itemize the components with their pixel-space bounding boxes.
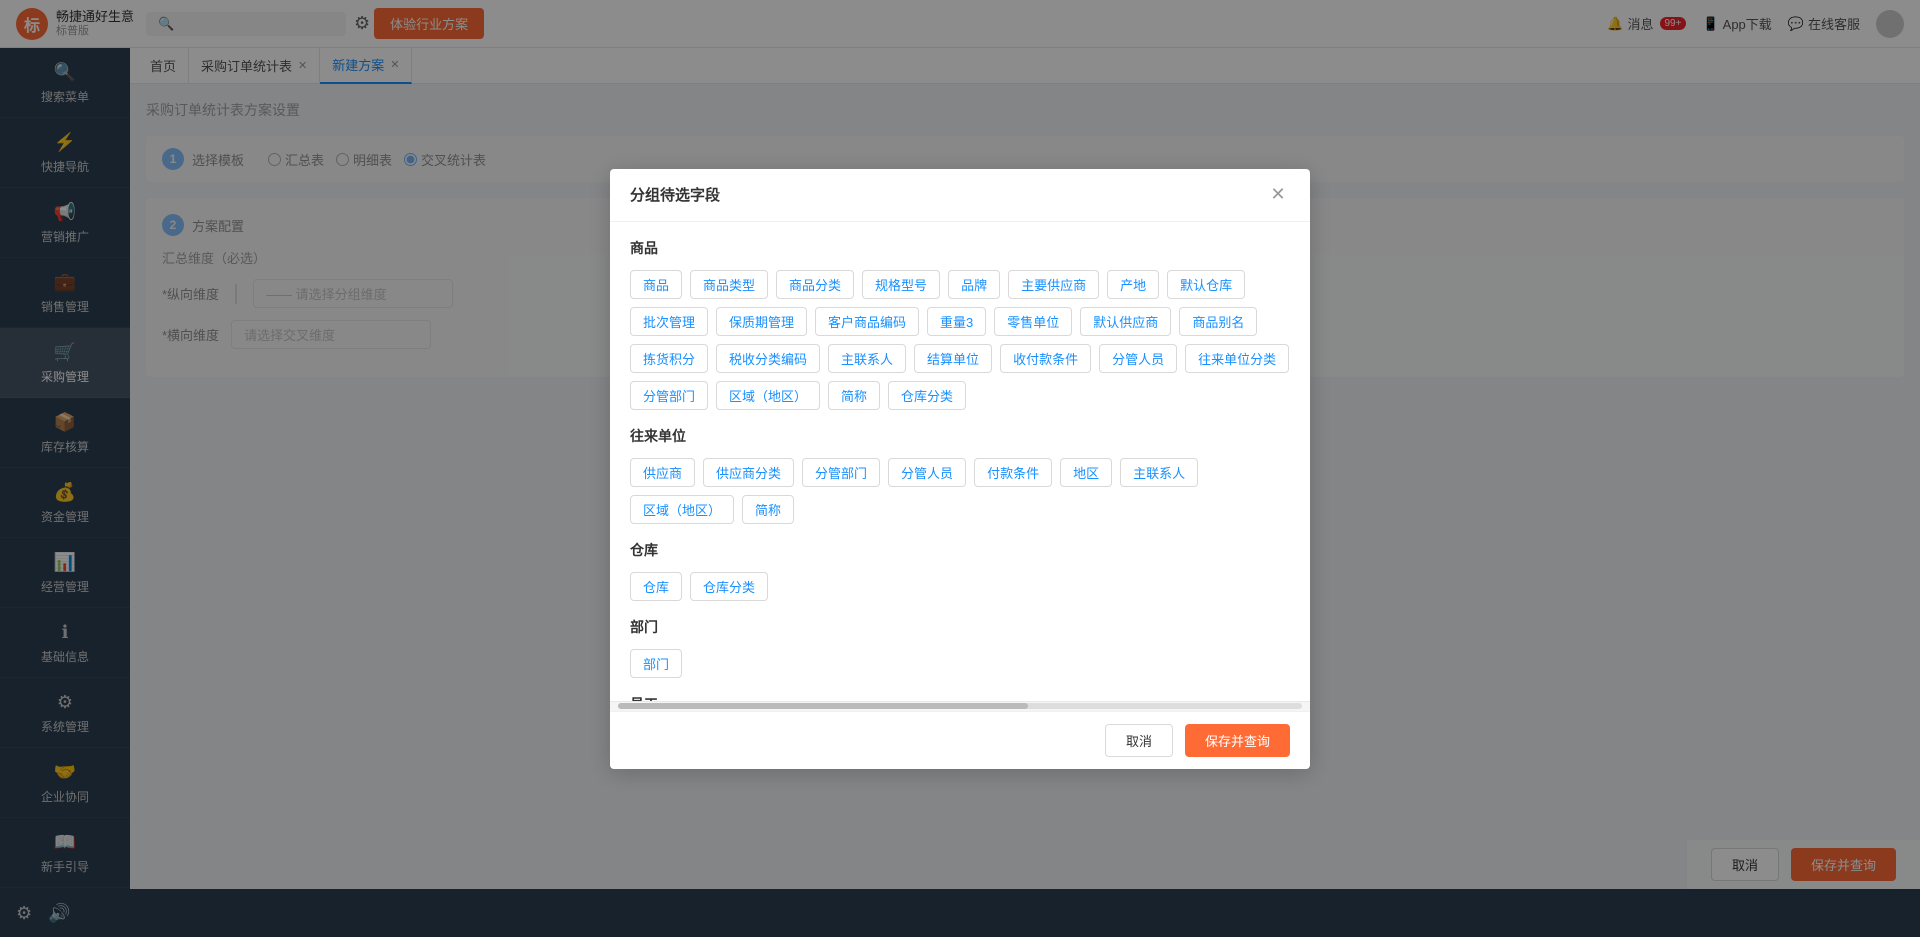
section-title-仓库: 仓库	[630, 540, 1290, 560]
field-tag-批次管理[interactable]: 批次管理	[630, 307, 708, 336]
modal-footer: 取消 保存并查询	[610, 711, 1310, 769]
field-tag-简称[interactable]: 简称	[828, 381, 880, 410]
field-tag-往来单位分类[interactable]: 往来单位分类	[1185, 344, 1289, 373]
field-tag-付款条件[interactable]: 付款条件	[974, 458, 1052, 487]
field-tag-仓库[interactable]: 仓库	[630, 572, 682, 601]
horizontal-scrollbar[interactable]	[618, 703, 1302, 709]
field-tag-区域（地区）[interactable]: 区域（地区）	[630, 495, 734, 524]
field-tag-产地[interactable]: 产地	[1107, 270, 1159, 299]
section-title-部门: 部门	[630, 617, 1290, 637]
field-tag-拣货积分[interactable]: 拣货积分	[630, 344, 708, 373]
field-tag-区域（地区）[interactable]: 区域（地区）	[716, 381, 820, 410]
field-tag-供应商[interactable]: 供应商	[630, 458, 695, 487]
field-tag-保质期管理[interactable]: 保质期管理	[716, 307, 807, 336]
field-tag-商品类型[interactable]: 商品类型	[690, 270, 768, 299]
field-tag-零售单位[interactable]: 零售单位	[994, 307, 1072, 336]
section-title-员工: 员工	[630, 694, 1290, 702]
scrollbar-thumb	[618, 703, 1028, 709]
modal-cancel-btn[interactable]: 取消	[1105, 724, 1173, 757]
modal-overlay: 分组待选字段 ✕ 商品商品商品类型商品分类规格型号品牌主要供应商产地默认仓库批次…	[0, 0, 1920, 937]
field-tag-供应商分类[interactable]: 供应商分类	[703, 458, 794, 487]
field-tag-默认供应商[interactable]: 默认供应商	[1080, 307, 1171, 336]
field-tag-结算单位[interactable]: 结算单位	[914, 344, 992, 373]
field-grid-商品: 商品商品类型商品分类规格型号品牌主要供应商产地默认仓库批次管理保质期管理客户商品…	[630, 270, 1290, 410]
field-tag-分管部门[interactable]: 分管部门	[630, 381, 708, 410]
field-tag-重量3[interactable]: 重量3	[927, 307, 986, 336]
field-tag-税收分类编码[interactable]: 税收分类编码	[716, 344, 820, 373]
field-tag-地区[interactable]: 地区	[1060, 458, 1112, 487]
modal-title: 分组待选字段	[630, 184, 720, 205]
field-grid-部门: 部门	[630, 649, 1290, 678]
modal-close-btn[interactable]: ✕	[1266, 183, 1290, 207]
field-tag-主要供应商[interactable]: 主要供应商	[1008, 270, 1099, 299]
field-tag-分管人员[interactable]: 分管人员	[888, 458, 966, 487]
section-title-往来单位: 往来单位	[630, 426, 1290, 446]
field-tag-分管部门[interactable]: 分管部门	[802, 458, 880, 487]
field-tag-收付款条件[interactable]: 收付款条件	[1000, 344, 1091, 373]
field-tag-规格型号[interactable]: 规格型号	[862, 270, 940, 299]
field-tag-主联系人[interactable]: 主联系人	[828, 344, 906, 373]
field-tag-客户商品编码[interactable]: 客户商品编码	[815, 307, 919, 336]
modal: 分组待选字段 ✕ 商品商品商品类型商品分类规格型号品牌主要供应商产地默认仓库批次…	[610, 169, 1310, 769]
modal-header: 分组待选字段 ✕	[610, 169, 1310, 222]
field-tag-商品分类[interactable]: 商品分类	[776, 270, 854, 299]
field-tag-分管人员[interactable]: 分管人员	[1099, 344, 1177, 373]
field-tag-商品别名[interactable]: 商品别名	[1179, 307, 1257, 336]
field-tag-简称[interactable]: 简称	[742, 495, 794, 524]
modal-body[interactable]: 商品商品商品类型商品分类规格型号品牌主要供应商产地默认仓库批次管理保质期管理客户…	[610, 222, 1310, 702]
field-grid-仓库: 仓库仓库分类	[630, 572, 1290, 601]
section-title-商品: 商品	[630, 238, 1290, 258]
field-tag-仓库分类[interactable]: 仓库分类	[690, 572, 768, 601]
modal-confirm-btn[interactable]: 保存并查询	[1185, 724, 1290, 757]
field-tag-仓库分类[interactable]: 仓库分类	[888, 381, 966, 410]
field-grid-往来单位: 供应商供应商分类分管部门分管人员付款条件地区主联系人区域（地区） 简称	[630, 458, 1290, 524]
field-tag-品牌[interactable]: 品牌	[948, 270, 1000, 299]
field-tag-默认仓库[interactable]: 默认仓库	[1167, 270, 1245, 299]
field-tag-商品[interactable]: 商品	[630, 270, 682, 299]
field-tag-主联系人[interactable]: 主联系人	[1120, 458, 1198, 487]
field-tag-部门[interactable]: 部门	[630, 649, 682, 678]
modal-scrollbar-area	[610, 701, 1310, 710]
